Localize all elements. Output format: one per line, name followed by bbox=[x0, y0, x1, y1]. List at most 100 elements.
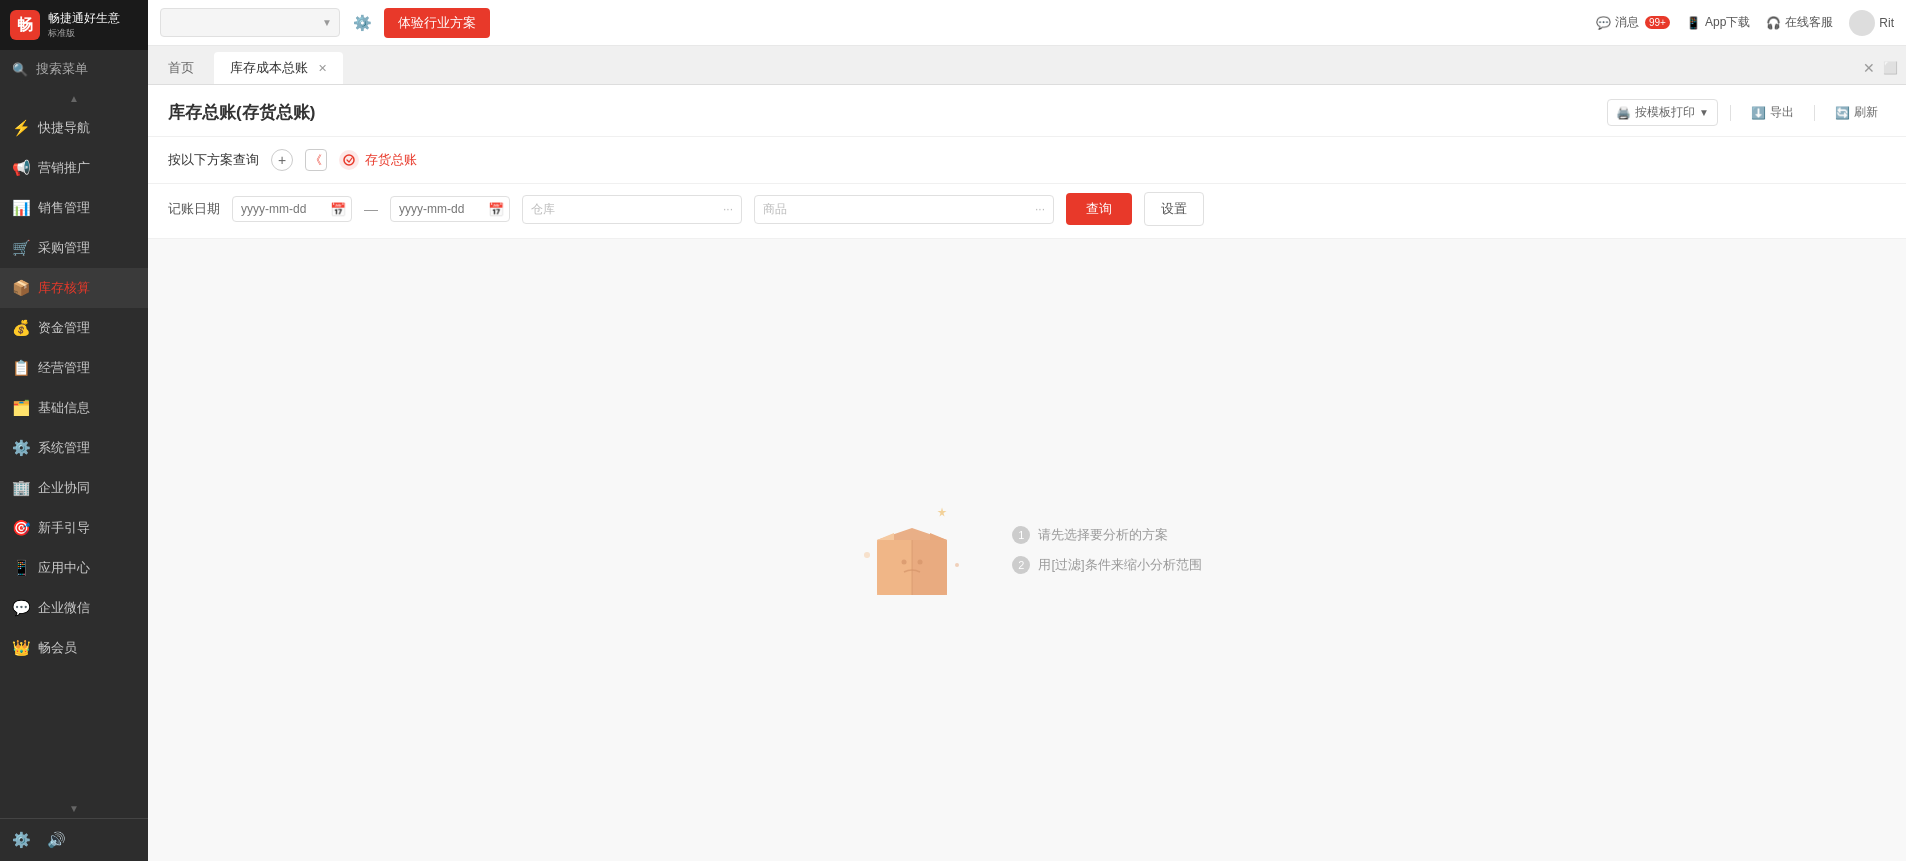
sidebar-item-newbie[interactable]: 🎯 新手引导 bbox=[0, 508, 148, 548]
warehouse-select[interactable]: 仓库 ··· bbox=[522, 195, 742, 224]
notification-btn[interactable]: 💬 消息 99+ bbox=[1596, 14, 1670, 31]
app-download-label: App下载 bbox=[1705, 14, 1750, 31]
notification-badge: 99+ bbox=[1645, 16, 1670, 29]
member-icon: 👑 bbox=[12, 639, 30, 657]
header-right: 💬 消息 99+ 📱 App下载 🎧 在线客服 Rit bbox=[1596, 10, 1894, 36]
sidebar-item-label: 营销推广 bbox=[38, 159, 90, 177]
date-start-input[interactable] bbox=[232, 196, 352, 222]
sidebar-item-marketing[interactable]: 📢 营销推广 bbox=[0, 148, 148, 188]
search-icon: 🔍 bbox=[12, 62, 28, 77]
settings-btn[interactable]: 设置 bbox=[1144, 192, 1204, 226]
user-avatar-btn[interactable]: Rit bbox=[1849, 10, 1894, 36]
date-label: 记账日期 bbox=[168, 200, 220, 218]
svg-point-6 bbox=[918, 560, 923, 565]
sidebar-item-basic-info[interactable]: 🗂️ 基础信息 bbox=[0, 388, 148, 428]
filter-collapse-btn[interactable]: 《 bbox=[305, 149, 327, 171]
quick-nav-icon: ⚡ bbox=[12, 119, 30, 137]
sidebar-item-label: 畅会员 bbox=[38, 639, 77, 657]
app-download-icon: 📱 bbox=[1686, 16, 1701, 30]
tab-inventory-cost-label: 库存成本总账 bbox=[230, 60, 308, 75]
date-end-input[interactable] bbox=[390, 196, 510, 222]
sidebar-item-finance[interactable]: 💰 资金管理 bbox=[0, 308, 148, 348]
sidebar-item-sales[interactable]: 📊 销售管理 bbox=[0, 188, 148, 228]
filter-add-btn[interactable]: + bbox=[271, 149, 293, 171]
user-avatar bbox=[1849, 10, 1875, 36]
empty-illustration bbox=[852, 490, 972, 610]
sidebar-item-wechat[interactable]: 💬 企业微信 bbox=[0, 588, 148, 628]
filter-scheme[interactable]: 存货总账 bbox=[339, 150, 417, 170]
scheme-icon bbox=[339, 150, 359, 170]
print-btn[interactable]: 🖨️ 按模板打印 ▼ bbox=[1607, 99, 1718, 126]
warehouse-label: 仓库 bbox=[531, 201, 555, 218]
user-name: Rit bbox=[1879, 16, 1894, 30]
sidebar-item-member[interactable]: 👑 畅会员 bbox=[0, 628, 148, 668]
step-2-circle: 2 bbox=[1012, 556, 1030, 574]
step-1-circle: 1 bbox=[1012, 526, 1030, 544]
date-separator: — bbox=[364, 201, 378, 217]
sidebar-item-label: 企业微信 bbox=[38, 599, 90, 617]
tab-inventory-cost[interactable]: 库存成本总账 ✕ bbox=[214, 52, 343, 84]
page-header: 库存总账(存货总账) 🖨️ 按模板打印 ▼ ⬇️ 导出 🔄 刷新 bbox=[148, 85, 1906, 137]
notification-label: 消息 bbox=[1615, 14, 1639, 31]
sidebar-item-system[interactable]: ⚙️ 系统管理 bbox=[0, 428, 148, 468]
empty-hint-2: 2 用[过滤]条件来缩小分析范围 bbox=[1012, 556, 1201, 574]
app-badge: 标准版 bbox=[48, 27, 120, 40]
tab-home-label: 首页 bbox=[168, 60, 194, 75]
refresh-btn[interactable]: 🔄 刷新 bbox=[1827, 100, 1886, 125]
print-icon: 🖨️ bbox=[1616, 106, 1631, 120]
sidebar-item-enterprise[interactable]: 🏢 企业协同 bbox=[0, 468, 148, 508]
goods-label: 商品 bbox=[763, 201, 787, 218]
sidebar-item-app-center[interactable]: 📱 应用中心 bbox=[0, 548, 148, 588]
purchase-icon: 🛒 bbox=[12, 239, 30, 257]
goods-more-icon: ··· bbox=[1035, 202, 1045, 216]
sidebar-item-inventory[interactable]: 📦 库存核算 bbox=[0, 268, 148, 308]
page-title: 库存总账(存货总账) bbox=[168, 101, 315, 124]
wechat-icon: 💬 bbox=[12, 599, 30, 617]
sidebar-item-label: 企业协同 bbox=[38, 479, 90, 497]
logo-text: 畅捷通好生意 标准版 bbox=[48, 10, 120, 40]
filter-row: 记账日期 📅 — 📅 仓库 ··· 商品 ··· 查询 设置 bbox=[148, 184, 1906, 239]
app-name: 畅捷通好生意 bbox=[48, 10, 120, 27]
goods-select[interactable]: 商品 ··· bbox=[754, 195, 1054, 224]
sidebar-scroll-down[interactable]: ▼ bbox=[0, 798, 148, 818]
finance-icon: 💰 bbox=[12, 319, 30, 337]
date-start-wrapper: 📅 bbox=[232, 196, 352, 222]
logo-icon: 畅 bbox=[10, 10, 40, 40]
sound-footer-icon[interactable]: 🔊 bbox=[47, 831, 66, 849]
sidebar-item-quick-nav[interactable]: ⚡ 快捷导航 bbox=[0, 108, 148, 148]
header-left: ▼ ⚙️ 体验行业方案 bbox=[160, 8, 1588, 38]
export-label: 导出 bbox=[1770, 104, 1794, 121]
sidebar-footer: ⚙️ 🔊 bbox=[0, 818, 148, 861]
refresh-label: 刷新 bbox=[1854, 104, 1878, 121]
app-center-icon: 📱 bbox=[12, 559, 30, 577]
print-dropdown-icon: ▼ bbox=[1699, 107, 1709, 118]
system-icon: ⚙️ bbox=[12, 439, 30, 457]
query-btn[interactable]: 查询 bbox=[1066, 193, 1132, 225]
sidebar-search[interactable]: 🔍 搜索菜单 bbox=[0, 50, 148, 88]
divider-1 bbox=[1730, 105, 1731, 121]
panel-resize-btn[interactable]: ⬜ bbox=[1883, 61, 1898, 75]
tab-close-icon[interactable]: ✕ bbox=[318, 62, 327, 74]
sidebar-nav: ⚡ 快捷导航 📢 营销推广 📊 销售管理 🛒 采购管理 📦 库存核算 💰 资金管… bbox=[0, 108, 148, 798]
sidebar-item-operations[interactable]: 📋 经营管理 bbox=[0, 348, 148, 388]
breadcrumb-input[interactable] bbox=[160, 8, 340, 37]
settings-footer-icon[interactable]: ⚙️ bbox=[12, 831, 31, 849]
app-download-btn[interactable]: 📱 App下载 bbox=[1686, 14, 1750, 31]
top-header: ▼ ⚙️ 体验行业方案 💬 消息 99+ 📱 App下载 🎧 在线客服 Rit bbox=[148, 0, 1906, 46]
hint-2-text: 用[过滤]条件来缩小分析范围 bbox=[1038, 556, 1201, 574]
sidebar-item-purchase[interactable]: 🛒 采购管理 bbox=[0, 228, 148, 268]
online-service-btn[interactable]: 🎧 在线客服 bbox=[1766, 14, 1833, 31]
sidebar-item-label: 系统管理 bbox=[38, 439, 90, 457]
online-service-icon: 🎧 bbox=[1766, 16, 1781, 30]
sidebar-scroll-up[interactable]: ▲ bbox=[0, 88, 148, 108]
scheme-name: 存货总账 bbox=[365, 151, 417, 169]
export-btn[interactable]: ⬇️ 导出 bbox=[1743, 100, 1802, 125]
panel-close-btn[interactable]: ✕ bbox=[1863, 60, 1875, 76]
tab-home[interactable]: 首页 bbox=[152, 52, 210, 84]
page-header-actions: 🖨️ 按模板打印 ▼ ⬇️ 导出 🔄 刷新 bbox=[1607, 99, 1886, 126]
header-settings-icon[interactable]: ⚙️ bbox=[348, 9, 376, 37]
divider-2 bbox=[1814, 105, 1815, 121]
enterprise-icon: 🏢 bbox=[12, 479, 30, 497]
industry-btn[interactable]: 体验行业方案 bbox=[384, 8, 490, 38]
svg-point-3 bbox=[864, 552, 870, 558]
